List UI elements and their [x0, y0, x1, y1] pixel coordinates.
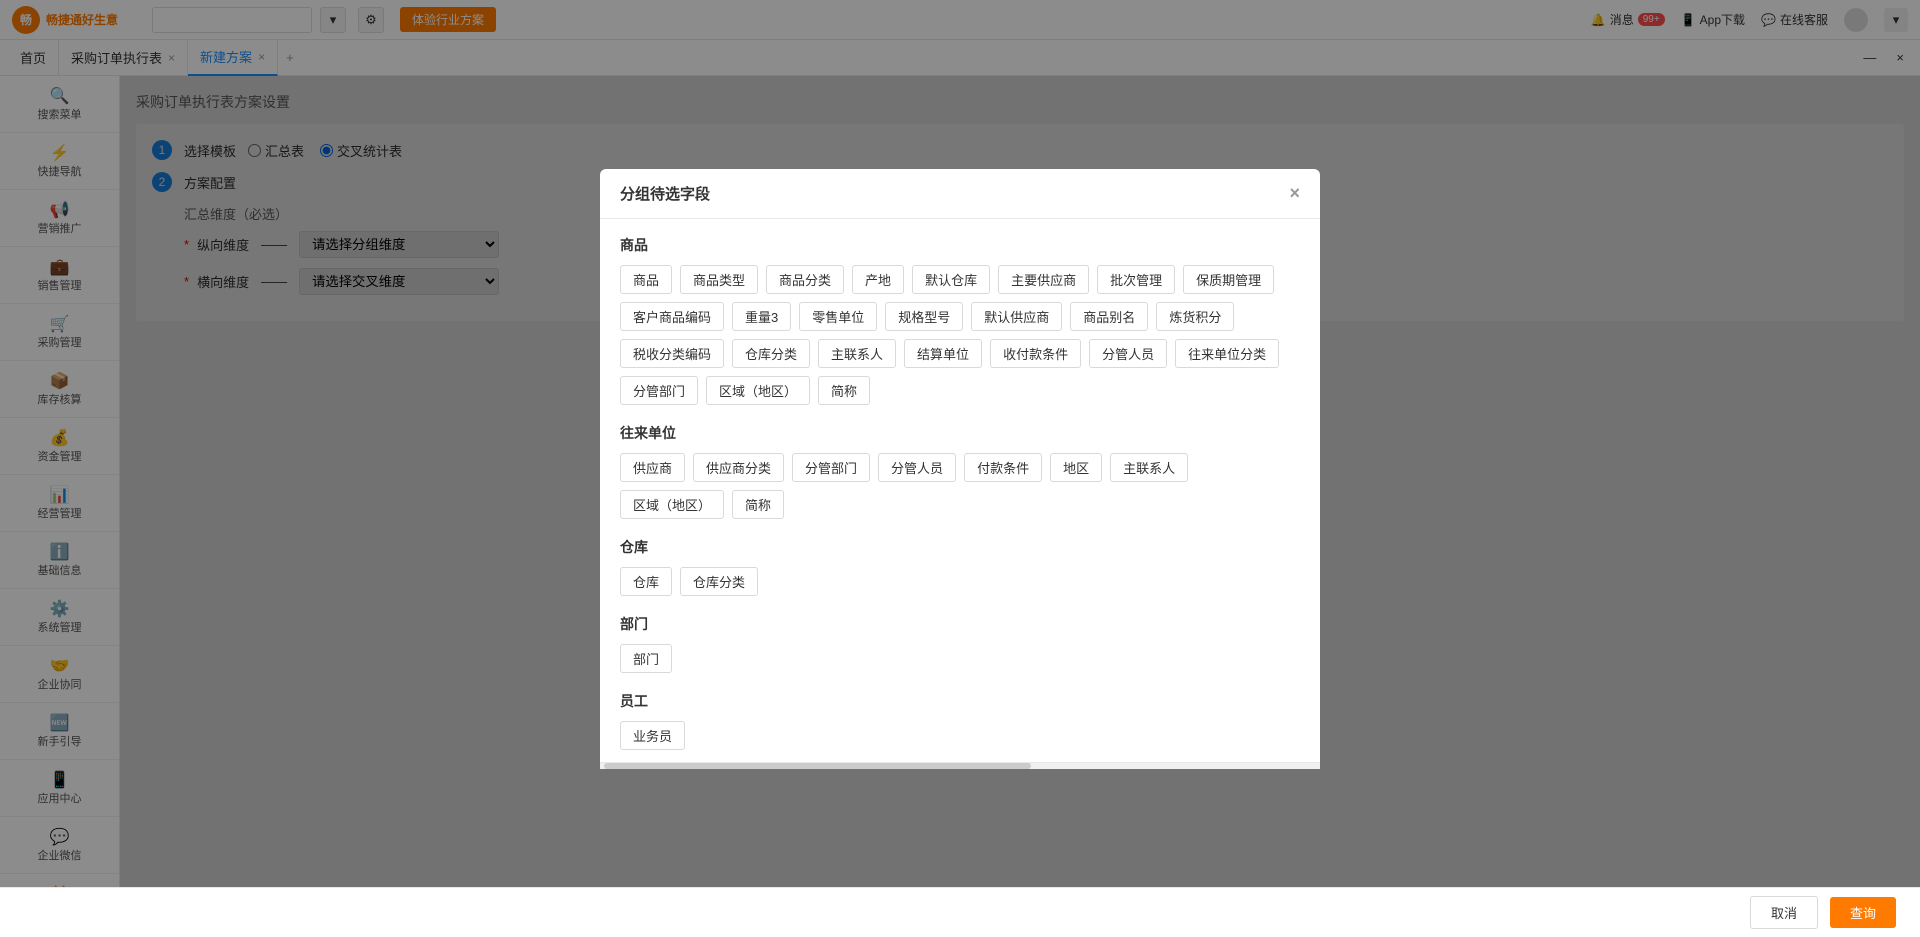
field-select-modal: 分组待选字段 × 商品商品商品类型商品分类产地默认仓库主要供应商批次管理保质期管…	[600, 169, 1320, 769]
field-tag-3-0[interactable]: 部门	[620, 644, 672, 673]
field-tag-1-8[interactable]: 简称	[732, 490, 784, 519]
field-tag-1-5[interactable]: 地区	[1050, 453, 1102, 482]
field-tag-0-24[interactable]: 简称	[818, 376, 870, 405]
field-tag-0-12[interactable]: 默认供应商	[971, 302, 1062, 331]
section-title-1: 往来单位	[620, 423, 1300, 443]
field-section-0: 商品商品商品类型商品分类产地默认仓库主要供应商批次管理保质期管理客户商品编码重量…	[620, 235, 1300, 405]
field-tag-0-10[interactable]: 零售单位	[799, 302, 877, 331]
field-tag-0-23[interactable]: 区域（地区）	[706, 376, 810, 405]
field-tag-0-22[interactable]: 分管部门	[620, 376, 698, 405]
field-tag-2-1[interactable]: 仓库分类	[680, 567, 758, 596]
field-section-2: 仓库仓库仓库分类	[620, 537, 1300, 596]
field-tag-0-9[interactable]: 重量3	[732, 302, 791, 331]
field-tags-1: 供应商供应商分类分管部门分管人员付款条件地区主联系人区域（地区） 简称	[620, 453, 1300, 519]
field-tag-1-1[interactable]: 供应商分类	[693, 453, 784, 482]
field-tag-0-5[interactable]: 主要供应商	[998, 265, 1089, 294]
confirm-button[interactable]: 查询	[1830, 897, 1896, 928]
section-title-0: 商品	[620, 235, 1300, 255]
field-section-4: 员工业务员	[620, 691, 1300, 750]
field-tag-0-13[interactable]: 商品别名	[1070, 302, 1148, 331]
field-tag-1-0[interactable]: 供应商	[620, 453, 685, 482]
field-tags-3: 部门	[620, 644, 1300, 673]
modal-title: 分组待选字段	[620, 183, 710, 204]
field-tag-0-2[interactable]: 商品分类	[766, 265, 844, 294]
field-tag-0-18[interactable]: 结算单位	[904, 339, 982, 368]
field-tag-0-6[interactable]: 批次管理	[1097, 265, 1175, 294]
scrollbar-thumb[interactable]	[604, 763, 1031, 769]
field-section-1: 往来单位供应商供应商分类分管部门分管人员付款条件地区主联系人区域（地区） 简称	[620, 423, 1300, 519]
horizontal-scrollbar[interactable]	[600, 762, 1320, 769]
field-tag-1-6[interactable]: 主联系人	[1110, 453, 1188, 482]
field-tag-0-8[interactable]: 客户商品编码	[620, 302, 724, 331]
field-tag-0-11[interactable]: 规格型号	[885, 302, 963, 331]
field-tag-0-19[interactable]: 收付款条件	[990, 339, 1081, 368]
field-tag-0-4[interactable]: 默认仓库	[912, 265, 990, 294]
field-tag-1-7[interactable]: 区域（地区）	[620, 490, 724, 519]
section-title-3: 部门	[620, 614, 1300, 634]
field-tag-0-21[interactable]: 往来单位分类	[1175, 339, 1279, 368]
modal-header: 分组待选字段 ×	[600, 169, 1320, 219]
field-tag-0-7[interactable]: 保质期管理	[1183, 265, 1274, 294]
field-tag-0-20[interactable]: 分管人员	[1089, 339, 1167, 368]
cancel-button[interactable]: 取消	[1750, 896, 1818, 929]
field-tag-1-2[interactable]: 分管部门	[792, 453, 870, 482]
field-tag-4-0[interactable]: 业务员	[620, 721, 685, 750]
field-tags-2: 仓库仓库分类	[620, 567, 1300, 596]
field-tag-0-0[interactable]: 商品	[620, 265, 672, 294]
field-tag-0-1[interactable]: 商品类型	[680, 265, 758, 294]
field-tag-2-0[interactable]: 仓库	[620, 567, 672, 596]
modal-close-btn[interactable]: ×	[1289, 183, 1300, 204]
field-tag-0-14[interactable]: 炼货积分	[1156, 302, 1234, 331]
modal-body: 商品商品商品类型商品分类产地默认仓库主要供应商批次管理保质期管理客户商品编码重量…	[600, 219, 1320, 762]
field-tag-1-4[interactable]: 付款条件	[964, 453, 1042, 482]
field-tag-1-3[interactable]: 分管人员	[878, 453, 956, 482]
field-tag-0-17[interactable]: 主联系人	[818, 339, 896, 368]
field-tags-4: 业务员	[620, 721, 1300, 750]
field-tag-0-3[interactable]: 产地	[852, 265, 904, 294]
field-tag-0-15[interactable]: 税收分类编码	[620, 339, 724, 368]
modal-overlay: 分组待选字段 × 商品商品商品类型商品分类产地默认仓库主要供应商批次管理保质期管…	[0, 0, 1920, 937]
field-section-3: 部门部门	[620, 614, 1300, 673]
section-title-4: 员工	[620, 691, 1300, 711]
field-tag-0-16[interactable]: 仓库分类	[732, 339, 810, 368]
field-tags-0: 商品商品类型商品分类产地默认仓库主要供应商批次管理保质期管理客户商品编码重量3 零…	[620, 265, 1300, 405]
modal-footer: 取消 查询	[0, 887, 1920, 937]
section-title-2: 仓库	[620, 537, 1300, 557]
